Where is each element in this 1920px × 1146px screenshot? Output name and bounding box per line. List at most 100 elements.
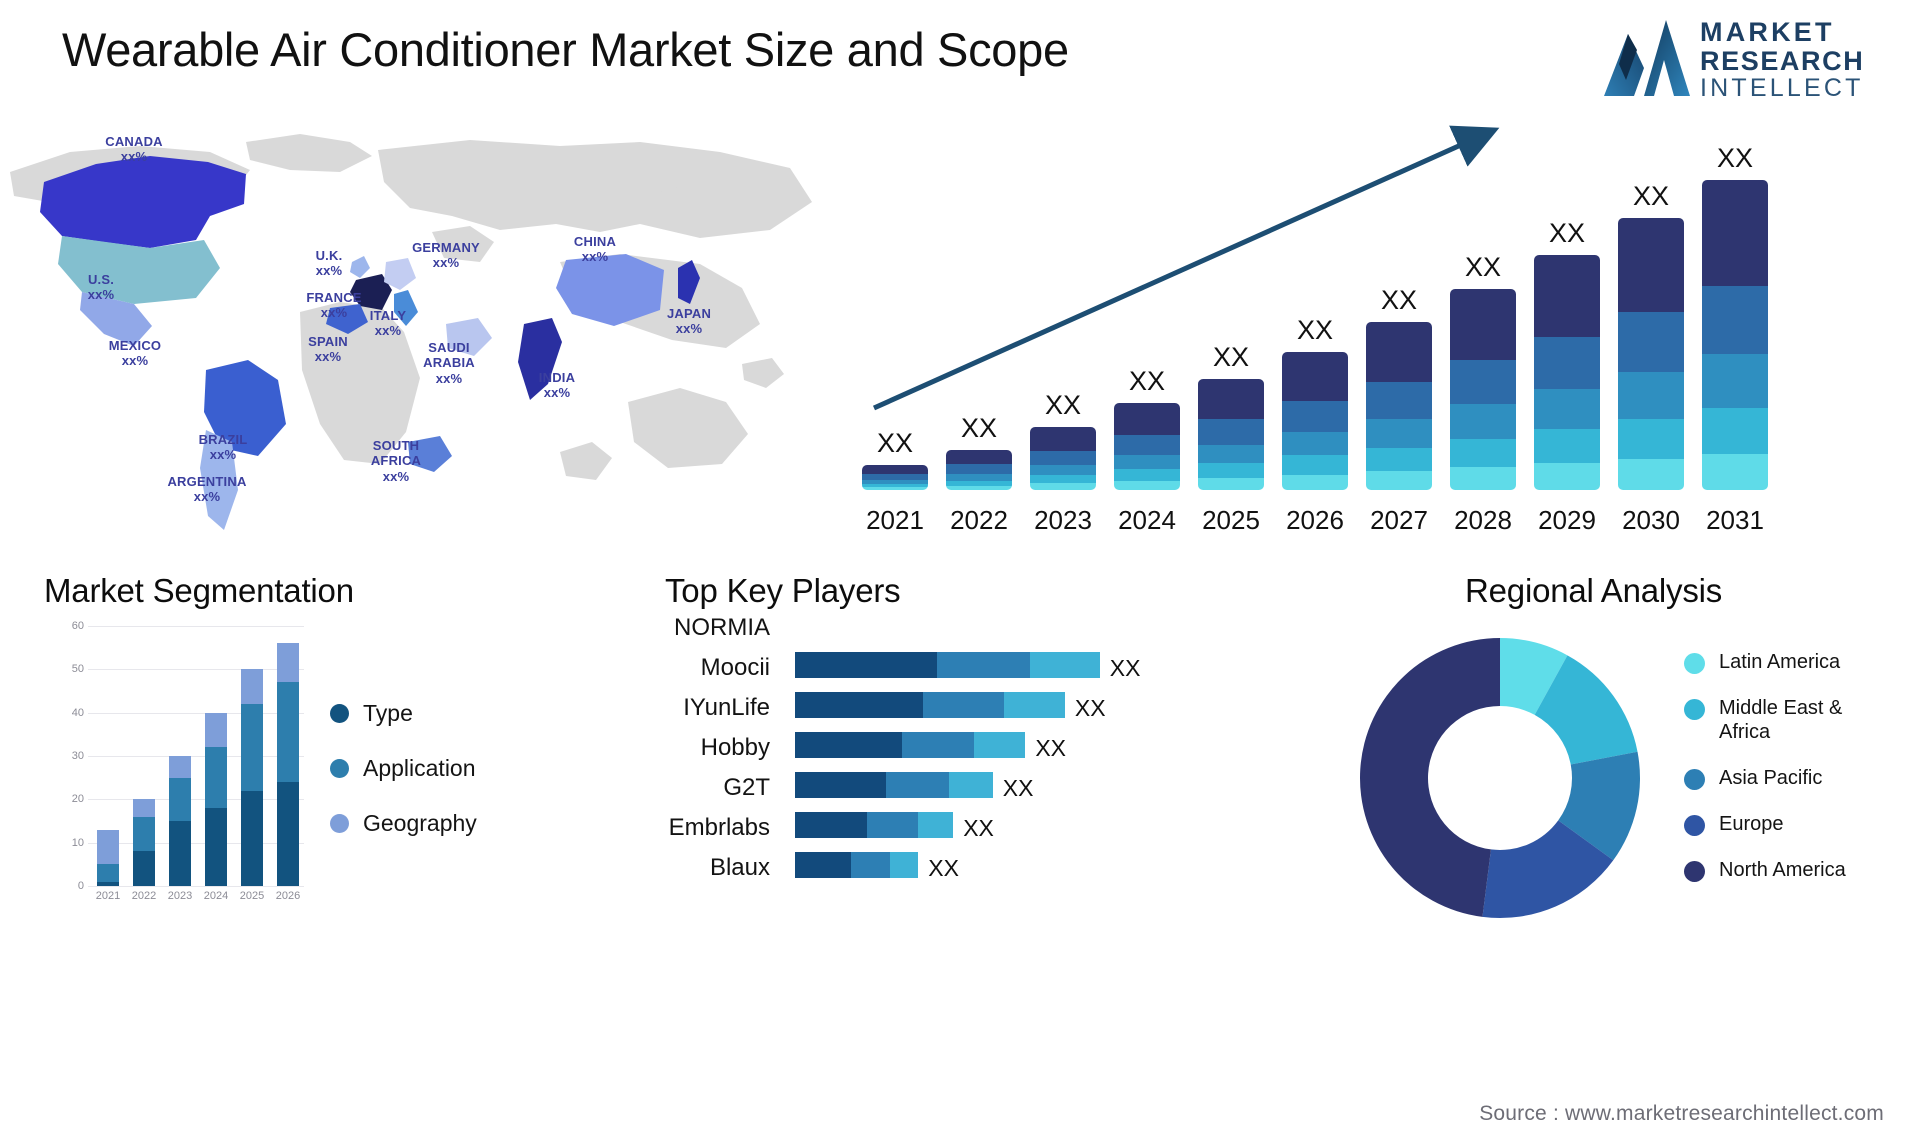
forecast-bar-stack (1282, 352, 1348, 490)
segmentation-gridline (88, 626, 304, 627)
forecast-bar-segment (1366, 471, 1432, 490)
player-name-label: NORMIA (674, 614, 770, 641)
regional-legend-swatch (1684, 699, 1705, 720)
player-bar-segment (1029, 652, 1100, 678)
forecast-bar-segment (1282, 455, 1348, 475)
forecast-year-label: 2024 (1118, 505, 1176, 535)
segmentation-bar-segment (169, 820, 191, 886)
segmentation-legend-label: Geography (363, 810, 477, 836)
forecast-bar-segment (1534, 336, 1600, 389)
map-label-us: U.S. xx% (87, 272, 115, 303)
forecast-bar-2028: XX (1450, 252, 1516, 490)
regional-legend-swatch (1684, 861, 1705, 882)
segmentation-bar-segment (97, 864, 119, 882)
forecast-bar-segment (1114, 468, 1180, 481)
forecast-bar-segment (1618, 458, 1684, 490)
segmentation-bar-segment (133, 851, 155, 886)
segmentation-legend-item: Type (330, 700, 477, 727)
forecast-bar-2027: XX (1366, 285, 1432, 490)
forecast-bar-segment (1030, 474, 1096, 484)
regional-legend-label: Asia Pacific (1719, 767, 1823, 789)
forecast-year-label: 2027 (1370, 505, 1428, 535)
forecast-year-label: 2026 (1286, 505, 1344, 535)
forecast-bar-stack (1030, 427, 1096, 490)
segmentation-x-tick: 2022 (131, 890, 157, 902)
segmentation-y-tick: 40 (71, 706, 84, 719)
map-label-mexico: MEXICO xx% (108, 338, 162, 369)
segmentation-y-tick: 10 (71, 836, 84, 849)
segmentation-bar-segment (205, 807, 227, 886)
regional-analysis-donut-chart (1359, 638, 1640, 918)
forecast-bar-value: XX (960, 413, 998, 443)
forecast-bar-segment (1030, 483, 1096, 490)
regional-legend-swatch (1684, 653, 1705, 674)
segmentation-bar-segment (97, 881, 119, 886)
forecast-bar-stack (1534, 255, 1600, 490)
logo-line-intellect: INTELLECT (1700, 74, 1864, 103)
forecast-bar-segment (946, 473, 1012, 481)
regional-legend-swatch (1684, 769, 1705, 790)
forecast-bar-segment (1366, 419, 1432, 448)
forecast-year-label: 2023 (1034, 505, 1092, 535)
segmentation-y-tick: 60 (71, 620, 84, 632)
segmentation-bar-segment (169, 777, 191, 821)
forecast-bar-stack (1114, 403, 1180, 490)
player-bar (795, 692, 1065, 718)
forecast-bar-segment (1702, 354, 1768, 409)
forecast-bar-stack (1450, 289, 1516, 490)
forecast-bar-segment (1366, 447, 1432, 472)
forecast-bar-value: XX (1296, 315, 1334, 345)
forecast-bar-segment (1282, 431, 1348, 456)
player-name-label: G2T (723, 774, 770, 801)
forecast-bar-segment (1198, 419, 1264, 445)
player-bar-segment (795, 692, 923, 718)
market-segmentation-legend: Type Application Geography (330, 700, 477, 865)
segmentation-legend-swatch (330, 704, 349, 723)
world-map: CANADA xx% U.S. xx% MEXICO xx% BRAZIL xx% AR… (0, 112, 840, 562)
player-bar-segment (885, 772, 949, 798)
map-label-argentina: ARGENTINA xx% (167, 474, 247, 505)
segmentation-x-tick: 2024 (203, 890, 229, 902)
forecast-bar-segment (862, 487, 928, 490)
forecast-bar-2024: XX (1114, 366, 1180, 490)
forecast-bar-segment (1618, 372, 1684, 420)
segmentation-bar-2023 (169, 756, 191, 886)
forecast-year-label: 2031 (1706, 505, 1764, 535)
forecast-bar-segment (1450, 289, 1516, 360)
top-key-players-section: Top Key Players NORMIA Moocii XX IYunLife XX… (540, 560, 1300, 1146)
segmentation-bar-segment (241, 704, 263, 791)
forecast-year-label: 2030 (1622, 505, 1680, 535)
regional-analysis-legend: Latin America Middle East & Africa Asia Pa… (1684, 650, 1869, 904)
segmentation-bar-2025 (241, 669, 263, 886)
forecast-bar-segment (946, 485, 1012, 490)
forecast-bar-segment (1114, 454, 1180, 469)
forecast-bar-segment (862, 465, 928, 475)
player-bar (795, 652, 1100, 678)
segmentation-bar-2026 (277, 643, 299, 886)
forecast-bar-segment (1618, 218, 1684, 313)
player-bar-segment (922, 692, 1005, 718)
forecast-bar-segment (1030, 464, 1096, 475)
forecast-year-label: 2028 (1454, 505, 1512, 535)
player-bar-segment (795, 732, 902, 758)
forecast-bar-segment (1450, 467, 1516, 490)
forecast-bar-2025: XX (1198, 342, 1264, 490)
forecast-bar-segment (1366, 381, 1432, 420)
page-header: Wearable Air Conditioner Market Size and… (0, 0, 1920, 118)
segmentation-legend-label: Type (363, 700, 413, 726)
segmentation-x-tick: 2023 (167, 890, 193, 902)
map-label-india: INDIA xx% (538, 370, 576, 401)
forecast-bar-2022: XX (946, 413, 1012, 490)
player-bar-segment (795, 772, 886, 798)
forecast-bar-2026: XX (1282, 315, 1348, 490)
forecast-bar-stack (1366, 322, 1432, 490)
player-row-Blaux: Blaux XX (540, 852, 1300, 898)
player-bar-value: XX (1074, 695, 1106, 721)
player-bar-segment (1004, 692, 1065, 718)
market-segmentation-chart: 60 50 40 30 20 10 0 2021 2022 2023 2024 2025 2026 (60, 620, 304, 902)
regional-analysis-title: Regional Analysis (1465, 572, 1723, 609)
map-label-china: CHINA xx% (573, 234, 617, 265)
segmentation-y-tick: 30 (71, 750, 84, 762)
segmentation-bar-segment (277, 643, 299, 683)
player-bar-segment (936, 652, 1030, 678)
